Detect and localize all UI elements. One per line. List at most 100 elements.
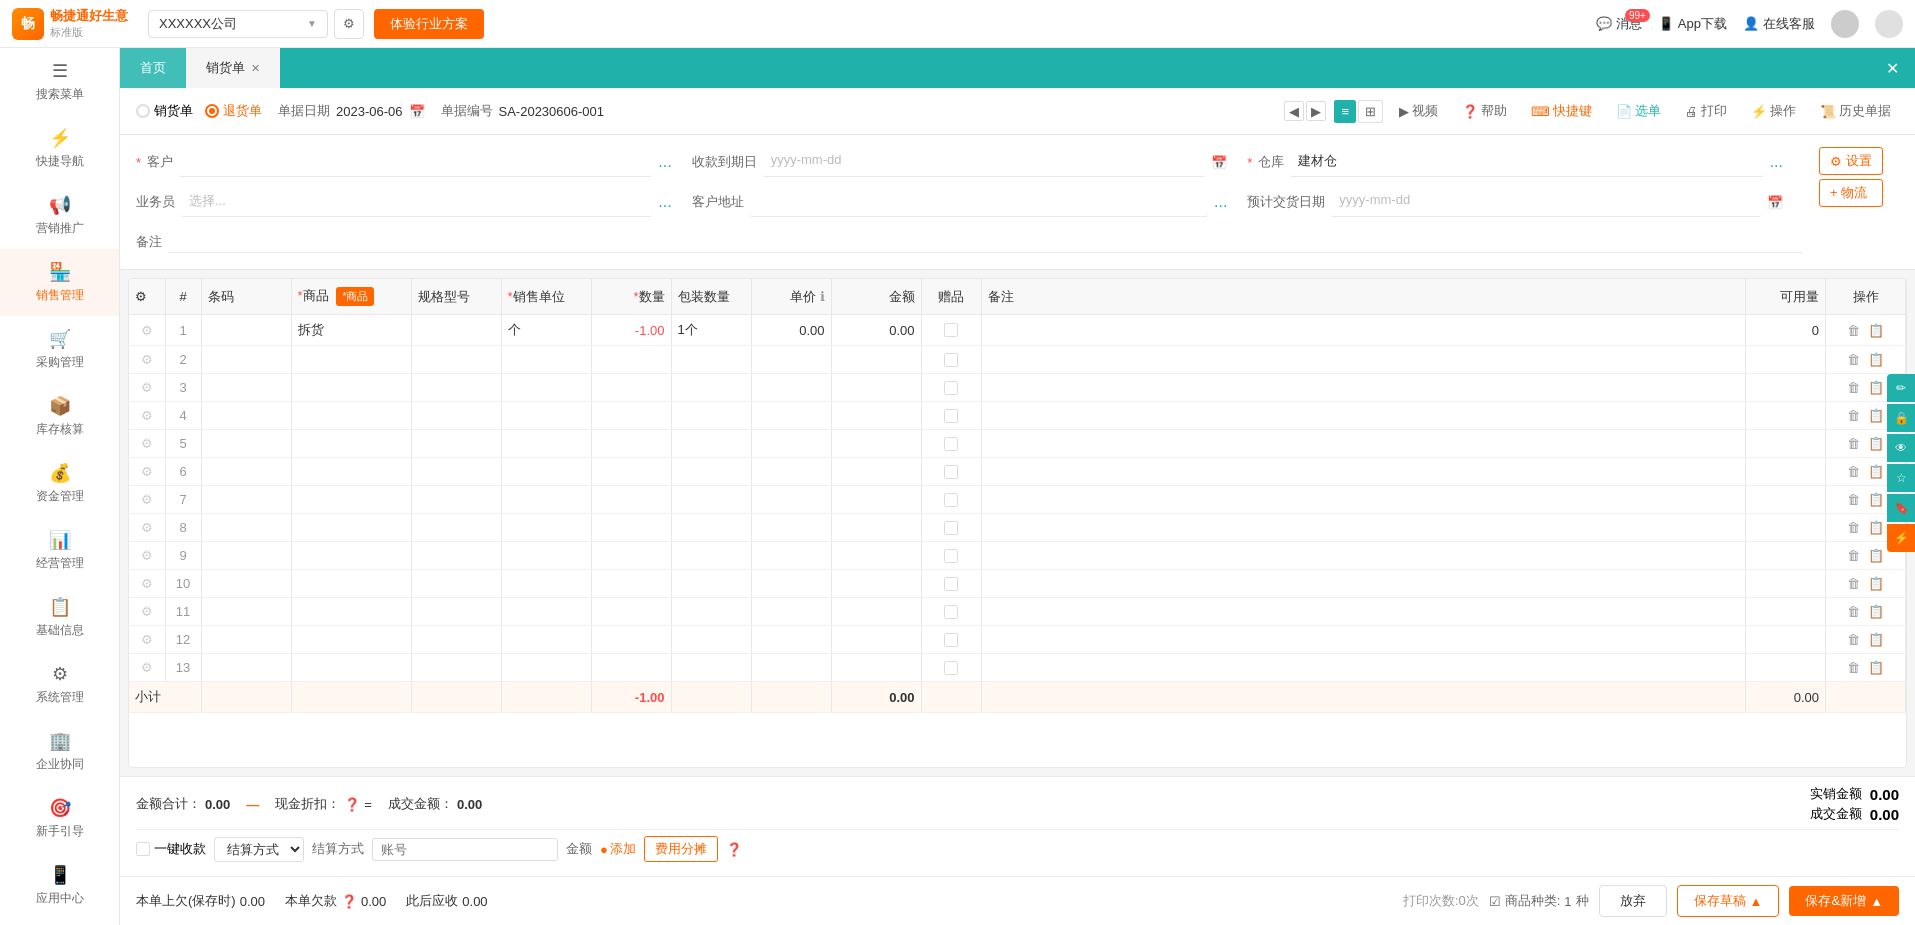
row-amount[interactable]: [831, 458, 921, 486]
row-unit[interactable]: [501, 514, 591, 542]
row-amount[interactable]: [831, 654, 921, 682]
row-amount[interactable]: [831, 542, 921, 570]
app-download-button[interactable]: 📱 App下载: [1658, 15, 1727, 33]
address-input[interactable]: [750, 187, 1208, 217]
row-unit[interactable]: [501, 570, 591, 598]
row-product[interactable]: [291, 374, 411, 402]
message-button[interactable]: 💬 消息 99+: [1596, 15, 1642, 33]
row-qty[interactable]: [591, 514, 671, 542]
avatar[interactable]: [1831, 10, 1859, 38]
delete-icon[interactable]: 🗑: [1847, 520, 1860, 535]
expense-button[interactable]: 费用分摊: [644, 836, 718, 862]
row-price[interactable]: [751, 402, 831, 430]
row-pkgqty[interactable]: [671, 626, 751, 654]
row-product[interactable]: [291, 626, 411, 654]
float-edit-button[interactable]: ✏: [1887, 374, 1915, 402]
row-price[interactable]: [751, 598, 831, 626]
view-list-button[interactable]: ≡: [1334, 100, 1356, 123]
shortcut-button[interactable]: ⌨ 快捷键: [1523, 98, 1600, 124]
settings-icon[interactable]: ⚙: [334, 9, 364, 39]
tab-close-icon[interactable]: ✕: [251, 62, 260, 75]
sidebar-item-inventory[interactable]: 📦 库存核算: [0, 383, 119, 450]
row-pkgqty[interactable]: [671, 346, 751, 374]
row-unit[interactable]: 个: [501, 315, 591, 346]
row-price[interactable]: [751, 654, 831, 682]
row-price[interactable]: [751, 570, 831, 598]
row-unit[interactable]: [501, 430, 591, 458]
row-qty[interactable]: -1.00: [591, 315, 671, 346]
copy-icon[interactable]: 📋: [1868, 576, 1884, 591]
row-spec[interactable]: [411, 402, 501, 430]
row-product[interactable]: [291, 598, 411, 626]
expense-help-icon[interactable]: ❓: [726, 842, 742, 857]
radio-return[interactable]: 退货单: [205, 102, 262, 120]
row-remark[interactable]: [981, 315, 1746, 346]
address-select-icon[interactable]: ...: [1214, 193, 1227, 211]
row-pkgqty[interactable]: [671, 402, 751, 430]
row-remark[interactable]: [981, 458, 1746, 486]
trial-button[interactable]: 体验行业方案: [374, 9, 484, 39]
tab-home[interactable]: 首页: [120, 48, 186, 88]
float-action-button[interactable]: ⚡: [1887, 524, 1915, 552]
price-info-icon[interactable]: ℹ: [820, 289, 825, 304]
row-gift[interactable]: [921, 542, 981, 570]
row-pkgqty[interactable]: [671, 514, 751, 542]
one-click-payment-checkbox[interactable]: 一键收款: [136, 840, 206, 858]
row-pkgqty[interactable]: [671, 570, 751, 598]
row-pkgqty[interactable]: [671, 486, 751, 514]
row-pkgqty[interactable]: [671, 430, 751, 458]
logistics-button[interactable]: + 物流: [1819, 179, 1883, 207]
delete-icon[interactable]: 🗑: [1847, 464, 1860, 479]
row-pkgqty[interactable]: [671, 458, 751, 486]
row-price[interactable]: 0.00: [751, 315, 831, 346]
row-price[interactable]: [751, 486, 831, 514]
row-barcode[interactable]: [201, 570, 291, 598]
copy-icon[interactable]: 📋: [1868, 660, 1884, 675]
row-gift[interactable]: [921, 315, 981, 346]
row-pkgqty[interactable]: [671, 374, 751, 402]
float-eye-button[interactable]: 👁: [1887, 434, 1915, 462]
row-price[interactable]: [751, 430, 831, 458]
row-barcode[interactable]: [201, 346, 291, 374]
row-qty[interactable]: [591, 570, 671, 598]
row-product[interactable]: [291, 458, 411, 486]
row-amount[interactable]: [831, 430, 921, 458]
row-qty[interactable]: [591, 374, 671, 402]
delete-icon[interactable]: 🗑: [1847, 576, 1860, 591]
delete-icon[interactable]: 🗑: [1847, 408, 1860, 423]
sidebar-item-wechat[interactable]: 💬 企业微信: [0, 919, 119, 925]
row-barcode[interactable]: [201, 598, 291, 626]
copy-icon[interactable]: 📋: [1868, 380, 1884, 395]
due-date-calendar-icon[interactable]: 📅: [1211, 155, 1227, 170]
row-unit[interactable]: [501, 486, 591, 514]
operation-button[interactable]: ⚡ 操作: [1743, 98, 1804, 124]
row-remark[interactable]: [981, 486, 1746, 514]
row-remark[interactable]: [981, 626, 1746, 654]
row-qty[interactable]: [591, 598, 671, 626]
delete-icon[interactable]: 🗑: [1847, 323, 1860, 338]
row-price[interactable]: [751, 458, 831, 486]
customer-input[interactable]: [179, 147, 652, 177]
tab-sales-order[interactable]: 销货单 ✕: [186, 48, 280, 88]
copy-icon[interactable]: 📋: [1868, 436, 1884, 451]
sidebar-item-quick-nav[interactable]: ⚡ 快捷导航: [0, 115, 119, 182]
sidebar-item-operations[interactable]: 📊 经营管理: [0, 517, 119, 584]
row-spec[interactable]: [411, 346, 501, 374]
delete-icon[interactable]: 🗑: [1847, 436, 1860, 451]
float-bookmark-button[interactable]: 🔖: [1887, 494, 1915, 522]
row-unit[interactable]: [501, 626, 591, 654]
scan-button[interactable]: *商品: [336, 287, 374, 306]
row-amount[interactable]: [831, 598, 921, 626]
row-unit[interactable]: [501, 654, 591, 682]
row-product[interactable]: [291, 514, 411, 542]
account-input[interactable]: [372, 838, 558, 861]
sidebar-item-enterprise[interactable]: 🏢 企业协同: [0, 718, 119, 785]
debit-help-icon[interactable]: ❓: [341, 894, 357, 909]
row-qty[interactable]: [591, 458, 671, 486]
select-order-button[interactable]: 📄 选单: [1608, 98, 1669, 124]
row-spec[interactable]: [411, 654, 501, 682]
row-spec[interactable]: [411, 598, 501, 626]
row-barcode[interactable]: [201, 315, 291, 346]
row-barcode[interactable]: [201, 430, 291, 458]
row-amount[interactable]: 0.00: [831, 315, 921, 346]
